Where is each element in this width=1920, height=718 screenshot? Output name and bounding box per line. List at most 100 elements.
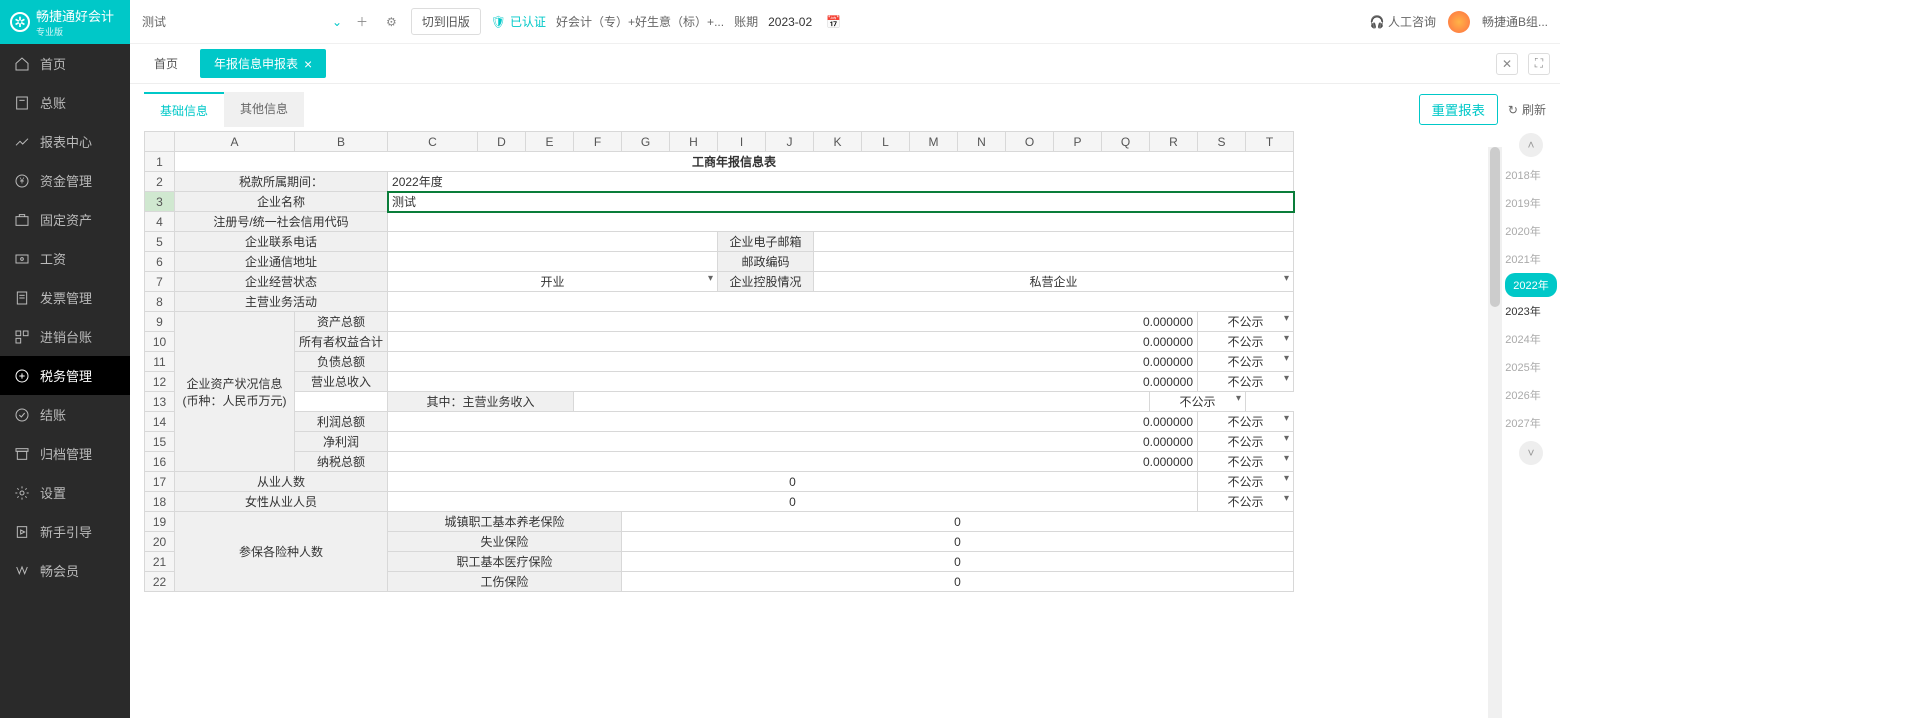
cell[interactable]: 0.000000 (388, 452, 1198, 472)
sidebar-item-7[interactable]: 进销台账 (0, 317, 130, 356)
settings-icon[interactable]: ⚙ (382, 11, 401, 33)
year-2025年[interactable]: 2025年 (1505, 353, 1556, 381)
col-header-L[interactable]: L (862, 132, 910, 152)
close-tab-button[interactable]: ✕ (1496, 53, 1518, 75)
col-header-Q[interactable]: Q (1102, 132, 1150, 152)
dropdown-cell[interactable]: 不公示 (1198, 472, 1294, 492)
sidebar-item-0[interactable]: 首页 (0, 44, 130, 83)
cell[interactable]: 0 (622, 532, 1294, 552)
row-header-1[interactable]: 1 (145, 152, 175, 172)
year-2023年[interactable]: 2023年 (1505, 297, 1556, 325)
calendar-icon[interactable]: 📅 (822, 11, 845, 33)
dropdown-cell[interactable]: 不公示 (1198, 332, 1294, 352)
year-up-button[interactable]: ˄ (1519, 133, 1543, 157)
row-header-22[interactable]: 22 (145, 572, 175, 592)
dropdown-cell[interactable]: 不公示 (1198, 412, 1294, 432)
sub-tab-0[interactable]: 基础信息 (144, 92, 224, 127)
page-tab-1[interactable]: 年报信息申报表× (200, 49, 326, 78)
sidebar-item-10[interactable]: 归档管理 (0, 434, 130, 473)
sub-tab-1[interactable]: 其他信息 (224, 92, 304, 127)
year-2026年[interactable]: 2026年 (1505, 381, 1556, 409)
row-header-3[interactable]: 3 (145, 192, 175, 212)
year-down-button[interactable]: ˅ (1519, 441, 1543, 465)
switch-old-button[interactable]: 切到旧版 (411, 8, 481, 35)
add-icon[interactable]: ＋ (352, 9, 372, 34)
sidebar-item-1[interactable]: 总账 (0, 83, 130, 122)
cell[interactable] (814, 252, 1294, 272)
col-header-O[interactable]: O (1006, 132, 1054, 152)
row-header-9[interactable]: 9 (145, 312, 175, 332)
cell[interactable] (388, 232, 718, 252)
col-header-B[interactable]: B (295, 132, 388, 152)
year-2024年[interactable]: 2024年 (1505, 325, 1556, 353)
dropdown-cell[interactable]: 不公示 (1198, 432, 1294, 452)
col-header-T[interactable]: T (1246, 132, 1294, 152)
sidebar-item-12[interactable]: 新手引导 (0, 512, 130, 551)
cell[interactable] (388, 252, 718, 272)
col-header-A[interactable]: A (175, 132, 295, 152)
row-header-2[interactable]: 2 (145, 172, 175, 192)
avatar[interactable] (1448, 11, 1470, 33)
row-header-10[interactable]: 10 (145, 332, 175, 352)
row-header-12[interactable]: 12 (145, 372, 175, 392)
company-name-cell[interactable]: 测试 (388, 192, 1294, 212)
col-header-D[interactable]: D (478, 132, 526, 152)
user-name[interactable]: 畅捷通B组... (1482, 13, 1548, 30)
col-header-C[interactable]: C (388, 132, 478, 152)
row-header-6[interactable]: 6 (145, 252, 175, 272)
sidebar-item-8[interactable]: 税务管理 (0, 356, 130, 395)
sidebar-item-9[interactable]: 结账 (0, 395, 130, 434)
cell[interactable] (295, 392, 388, 412)
sidebar-item-6[interactable]: 发票管理 (0, 278, 130, 317)
company-selector[interactable]: 测试 ⌄ (142, 13, 342, 30)
row-header-19[interactable]: 19 (145, 512, 175, 532)
col-header-N[interactable]: N (958, 132, 1006, 152)
sidebar-item-13[interactable]: 畅会员 (0, 551, 130, 590)
cell[interactable] (814, 232, 1294, 252)
row-header-17[interactable]: 17 (145, 472, 175, 492)
cell[interactable]: 2022年度 (388, 172, 1294, 192)
cell[interactable]: 0 (622, 552, 1294, 572)
row-header-16[interactable]: 16 (145, 452, 175, 472)
row-header-8[interactable]: 8 (145, 292, 175, 312)
col-header-H[interactable]: H (670, 132, 718, 152)
cell[interactable]: 0 (388, 492, 1198, 512)
sidebar-item-3[interactable]: ¥资金管理 (0, 161, 130, 200)
cell[interactable]: 0 (388, 472, 1198, 492)
col-header-P[interactable]: P (1054, 132, 1102, 152)
fullscreen-button[interactable]: ⛶ (1528, 53, 1550, 75)
year-2018年[interactable]: 2018年 (1505, 161, 1556, 189)
row-header-18[interactable]: 18 (145, 492, 175, 512)
row-header-5[interactable]: 5 (145, 232, 175, 252)
cell[interactable] (388, 212, 1294, 232)
row-header-13[interactable]: 13 (145, 392, 175, 412)
cell[interactable] (574, 392, 1150, 412)
dropdown-cell[interactable]: 开业 (388, 272, 718, 292)
dropdown-cell[interactable]: 不公示 (1150, 392, 1246, 412)
year-2020年[interactable]: 2020年 (1505, 217, 1556, 245)
dropdown-cell[interactable]: 不公示 (1198, 312, 1294, 332)
row-header-20[interactable]: 20 (145, 532, 175, 552)
col-header-S[interactable]: S (1198, 132, 1246, 152)
period-selector[interactable]: 2023-02 (768, 15, 812, 29)
cell[interactable]: 0.000000 (388, 432, 1198, 452)
refresh-button[interactable]: ↻ 刷新 (1508, 101, 1546, 118)
row-header-4[interactable]: 4 (145, 212, 175, 232)
row-header-14[interactable]: 14 (145, 412, 175, 432)
cell[interactable]: 0.000000 (388, 412, 1198, 432)
col-header-I[interactable]: I (718, 132, 766, 152)
cell[interactable] (388, 292, 1294, 312)
cell[interactable]: 0 (622, 512, 1294, 532)
dropdown-cell[interactable]: 私营企业 (814, 272, 1294, 292)
year-2021年[interactable]: 2021年 (1505, 245, 1556, 273)
customer-service[interactable]: 🎧 人工咨询 (1370, 13, 1436, 30)
sidebar-item-5[interactable]: 工资 (0, 239, 130, 278)
tab-close-icon[interactable]: × (304, 56, 312, 72)
col-header-R[interactable]: R (1150, 132, 1198, 152)
row-header-15[interactable]: 15 (145, 432, 175, 452)
year-2019年[interactable]: 2019年 (1505, 189, 1556, 217)
dropdown-cell[interactable]: 不公示 (1198, 452, 1294, 472)
reset-report-button[interactable]: 重置报表 (1419, 94, 1498, 125)
page-tab-0[interactable]: 首页 (140, 49, 192, 78)
dropdown-cell[interactable]: 不公示 (1198, 492, 1294, 512)
